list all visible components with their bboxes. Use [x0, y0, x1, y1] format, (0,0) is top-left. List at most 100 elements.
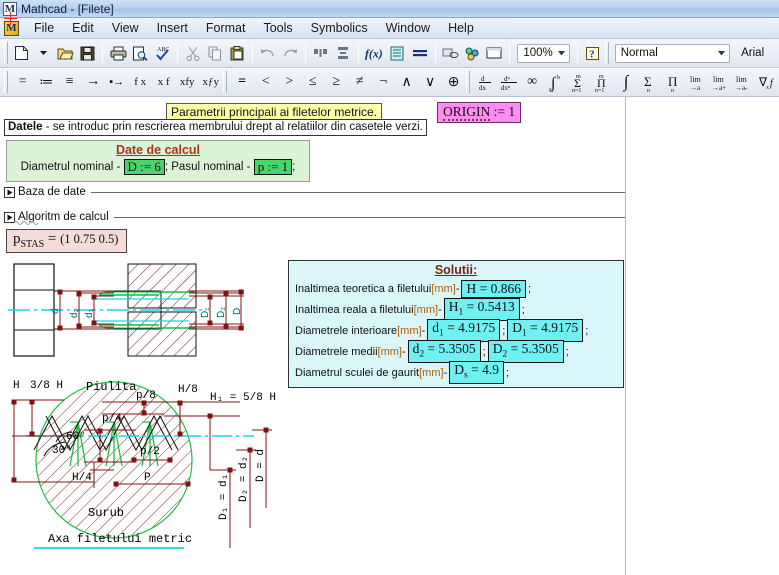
- align-down-button[interactable]: [333, 42, 353, 64]
- less-equal-button[interactable]: ≤: [302, 71, 324, 93]
- new-document-dropdown-arrow[interactable]: [34, 42, 54, 64]
- xor-button[interactable]: ⊕: [443, 71, 465, 93]
- range-product-button[interactable]: Πn: [662, 71, 684, 93]
- menu-item-file[interactable]: File: [25, 19, 63, 37]
- d-value[interactable]: 6: [154, 159, 161, 174]
- result-Ds[interactable]: Ds = 4.9: [449, 360, 504, 385]
- row-dash: -: [401, 345, 406, 358]
- menu-item-view[interactable]: View: [103, 19, 148, 37]
- save-button[interactable]: [78, 42, 98, 64]
- insert-unit-button[interactable]: [388, 42, 408, 64]
- chevron-down-icon[interactable]: [714, 45, 729, 62]
- pstas-value: (1 0.75 0.5): [60, 232, 119, 246]
- solutii-box[interactable]: Solutii: Inaltimea teoretica a filetului…: [288, 260, 624, 388]
- metric-thread-profile-drawing[interactable]: Piulita Surub Axa filetului metric H 3/8…: [4, 370, 294, 570]
- not-equal-button[interactable]: ≠: [349, 71, 371, 93]
- datele-text-region[interactable]: Datele - se introduc prin rescrierea mem…: [4, 119, 427, 136]
- or-button[interactable]: ∨: [419, 71, 441, 93]
- product-range-button[interactable]: m Πn=1: [592, 71, 614, 93]
- copy-button[interactable]: [205, 42, 225, 64]
- infinity-button[interactable]: ∞: [521, 71, 543, 93]
- svg-text:dx: dx: [479, 84, 487, 92]
- expand-triangle-icon[interactable]: [4, 186, 15, 198]
- result-op: =: [447, 319, 455, 335]
- date-de-calcul-box[interactable]: Date de calcul Diametrul nominal - D := …: [6, 140, 310, 182]
- row-label: Inaltimea reala a filetului: [295, 303, 414, 316]
- style-combo[interactable]: Normal: [614, 43, 731, 63]
- menu-item-format[interactable]: Format: [197, 19, 255, 37]
- svg-text:x: x: [766, 85, 769, 90]
- screw-nut-assembly-drawing[interactable]: d d₂ d₁ D₁ D₂ D: [4, 258, 284, 368]
- calculus-toolbar-grip[interactable]: [466, 71, 471, 93]
- region-baza-de-date[interactable]: Baza de date: [4, 186, 625, 198]
- right-limit-button[interactable]: lim →a+: [709, 71, 731, 93]
- definition-operator-button[interactable]: ≔: [35, 71, 57, 93]
- menu-item-window[interactable]: Window: [377, 19, 439, 37]
- region-algoritm-de-calcul[interactable]: Algoritm de calcul: [4, 211, 625, 223]
- new-document-button[interactable]: [12, 42, 32, 64]
- row-dash: -: [443, 366, 448, 379]
- two-sided-limit-button[interactable]: lim →a: [686, 71, 708, 93]
- align-across-button[interactable]: [311, 42, 331, 64]
- greater-equal-button[interactable]: ≥: [325, 71, 347, 93]
- insert-function-button[interactable]: f(x): [364, 42, 386, 64]
- range-sum-button[interactable]: Σn: [639, 71, 661, 93]
- greater-than-button[interactable]: >: [278, 71, 300, 93]
- open-button[interactable]: [56, 42, 76, 64]
- boolean-xfy-sub-button[interactable]: xƒy: [200, 71, 222, 93]
- print-preview-button[interactable]: [130, 42, 150, 64]
- insert-area-button[interactable]: [484, 42, 504, 64]
- chevron-down-icon[interactable]: [554, 45, 569, 62]
- label-d: d: [50, 308, 61, 314]
- origin-definition-region[interactable]: ORIGIN := 1: [437, 102, 522, 123]
- cut-button[interactable]: [183, 42, 203, 64]
- redo-button[interactable]: [280, 42, 300, 64]
- datele-description: - se introduc prin rescrierea membrului …: [42, 121, 423, 133]
- result-sub: s: [464, 370, 468, 381]
- boolean-xfy-button[interactable]: xfy: [176, 71, 198, 93]
- gradient-button[interactable]: ∇ x f: [756, 71, 778, 93]
- zoom-combo[interactable]: 100%: [517, 43, 570, 63]
- calculate-button[interactable]: [410, 42, 430, 64]
- component-wizard-button[interactable]: [462, 42, 482, 64]
- menu-item-edit[interactable]: Edit: [63, 19, 103, 37]
- spell-check-button[interactable]: ABC: [152, 42, 172, 64]
- svg-text:f: f: [770, 78, 774, 89]
- help-button[interactable]: ?: [583, 42, 603, 64]
- pstas-result-region[interactable]: pSTAS = (1 0.75 0.5): [6, 229, 128, 253]
- pas-nominal-input[interactable]: p := 1: [253, 159, 293, 175]
- indefinite-integral-button[interactable]: ∫: [615, 71, 637, 93]
- and-button[interactable]: ∧: [396, 71, 418, 93]
- derivative-button[interactable]: d dx: [474, 71, 496, 93]
- summation-range-button[interactable]: m Σn=1: [568, 71, 590, 93]
- left-limit-button[interactable]: lim →a-: [733, 71, 755, 93]
- equal-operator-button[interactable]: =: [12, 71, 34, 93]
- label-d2: d₂: [69, 308, 80, 318]
- font-combo[interactable]: Arial: [736, 44, 776, 63]
- global-definition-button[interactable]: ≡: [59, 71, 81, 93]
- boolean-xf-button[interactable]: x f: [153, 71, 175, 93]
- menu-item-insert[interactable]: Insert: [148, 19, 197, 37]
- undo-button[interactable]: [258, 42, 278, 64]
- nth-derivative-button[interactable]: dⁿ dxⁿ: [498, 71, 520, 93]
- math-toolbar-grip[interactable]: [4, 71, 8, 93]
- result-H[interactable]: H = 0.866: [461, 279, 526, 298]
- print-button[interactable]: [108, 42, 128, 64]
- symbolic-keyword-eval-button[interactable]: ▪→: [106, 71, 128, 93]
- p-value[interactable]: 1: [282, 159, 289, 174]
- menu-item-help[interactable]: Help: [439, 19, 483, 37]
- menu-item-symbolics[interactable]: Symbolics: [302, 19, 377, 37]
- definite-integral-button[interactable]: ∫ b a: [545, 71, 567, 93]
- not-button[interactable]: ¬: [372, 71, 394, 93]
- toolbar-grip[interactable]: [4, 42, 8, 64]
- boolean-fx-button[interactable]: f x: [129, 71, 151, 93]
- bold-equal-button[interactable]: =: [231, 71, 253, 93]
- menu-item-tools[interactable]: Tools: [254, 19, 301, 37]
- paste-button[interactable]: [227, 42, 247, 64]
- diametru-nominal-input[interactable]: D := 6: [123, 159, 165, 175]
- toolbar-grip-2[interactable]: [604, 42, 609, 64]
- insert-hyperlink-button[interactable]: [441, 42, 461, 64]
- symbolic-eval-button[interactable]: →: [82, 71, 104, 93]
- boolean-toolbar-grip[interactable]: [223, 71, 228, 93]
- less-than-button[interactable]: <: [255, 71, 277, 93]
